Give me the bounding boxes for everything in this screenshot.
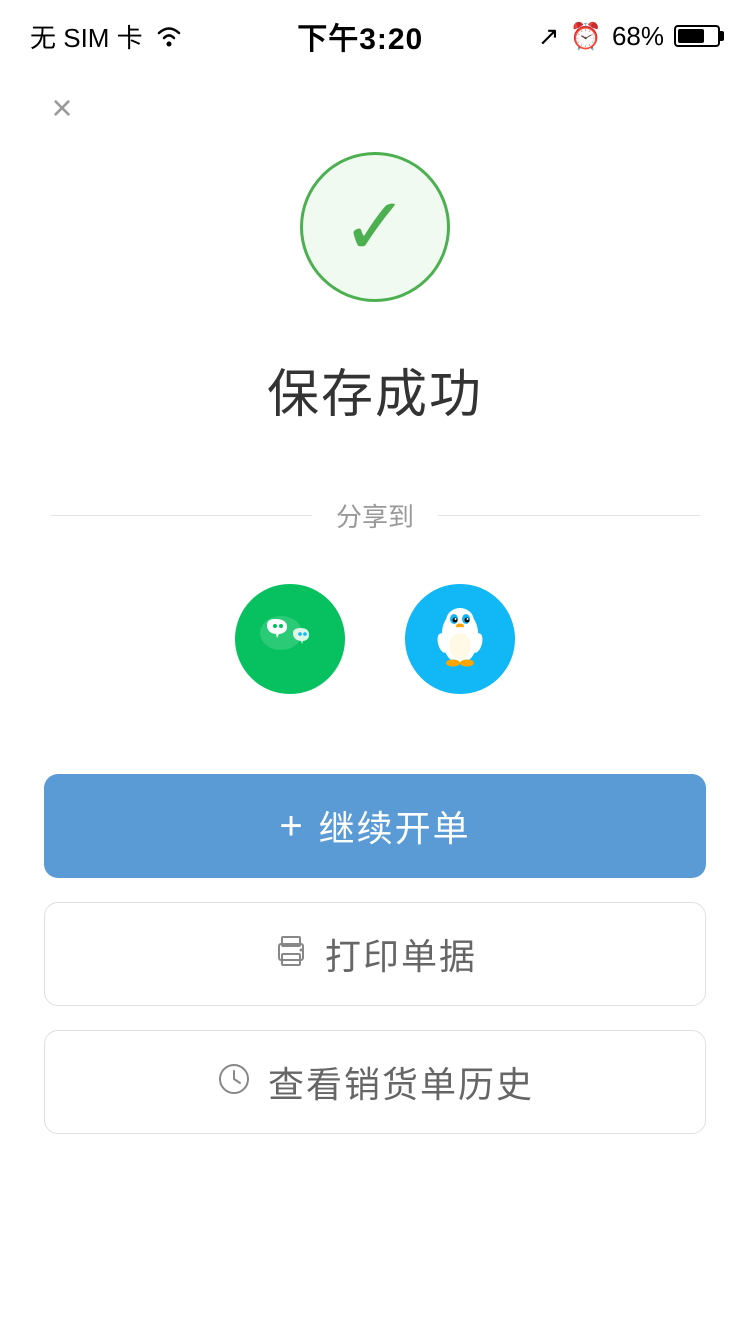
success-title: 保存成功 bbox=[267, 352, 483, 427]
continue-order-button[interactable]: + 继续开单 bbox=[44, 774, 706, 878]
status-time: 下午3:20 bbox=[297, 14, 423, 58]
continue-order-text: 继续开单 bbox=[319, 800, 471, 852]
view-history-button[interactable]: 查看销货单历史 bbox=[44, 1030, 706, 1134]
checkmark-icon: ✓ bbox=[341, 187, 408, 267]
wechat-share-button[interactable] bbox=[235, 584, 345, 694]
action-buttons: + 继续开单 打印单据 查看销货单历史 bbox=[0, 774, 750, 1134]
battery-percent: 68% bbox=[612, 21, 664, 52]
carrier-text: 无 SIM 卡 bbox=[30, 18, 143, 55]
status-bar: 无 SIM 卡 下午3:20 ↗ ⏰ 68% bbox=[0, 0, 750, 72]
wechat-icon bbox=[257, 611, 323, 667]
success-circle: ✓ bbox=[300, 152, 450, 302]
close-icon: × bbox=[51, 90, 72, 126]
alarm-icon: ⏰ bbox=[570, 21, 602, 52]
qq-share-button[interactable] bbox=[405, 584, 515, 694]
share-divider: 分享到 bbox=[0, 497, 750, 534]
share-label: 分享到 bbox=[312, 497, 438, 534]
wifi-icon bbox=[155, 25, 183, 47]
print-icon bbox=[273, 934, 309, 974]
status-left: 无 SIM 卡 bbox=[30, 18, 183, 55]
history-icon bbox=[216, 1061, 252, 1103]
status-right: ↗ ⏰ 68% bbox=[538, 21, 720, 52]
divider-line-right bbox=[438, 515, 700, 516]
print-order-button[interactable]: 打印单据 bbox=[44, 902, 706, 1006]
battery-icon bbox=[674, 25, 720, 47]
qq-icon bbox=[431, 605, 489, 673]
main-content: ✓ 保存成功 分享到 bbox=[0, 72, 750, 1134]
location-icon: ↗ bbox=[538, 21, 560, 52]
close-button[interactable]: × bbox=[36, 82, 88, 134]
view-history-text: 查看销货单历史 bbox=[268, 1056, 534, 1108]
divider-line-left bbox=[50, 515, 312, 516]
share-icons bbox=[235, 584, 515, 694]
plus-icon: + bbox=[279, 806, 302, 846]
print-order-text: 打印单据 bbox=[325, 928, 477, 980]
